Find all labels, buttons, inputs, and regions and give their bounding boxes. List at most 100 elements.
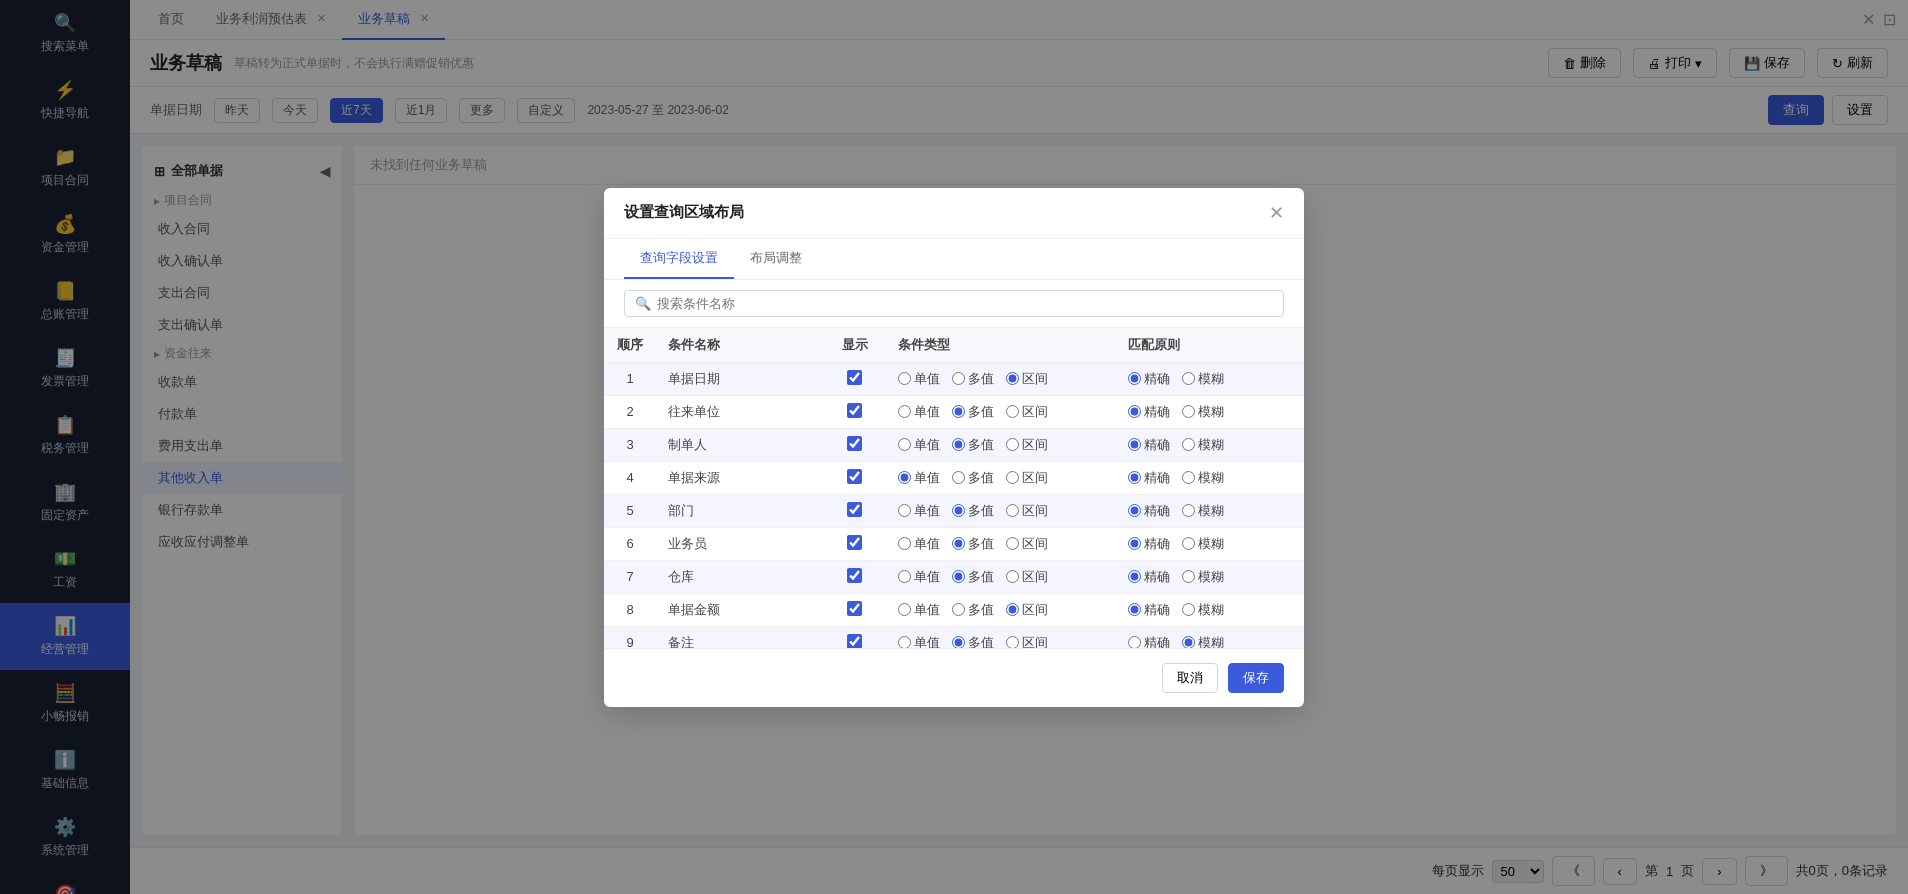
radio-match-exact-label[interactable]: 精确	[1128, 370, 1170, 388]
radio-type-single[interactable]	[898, 405, 911, 418]
radio-match-exact[interactable]	[1128, 570, 1141, 583]
radio-match-fuzzy[interactable]	[1182, 438, 1195, 451]
radio-type-multi[interactable]	[952, 504, 965, 517]
radio-match-fuzzy-label[interactable]: 模糊	[1182, 469, 1224, 487]
radio-type-single-label[interactable]: 单值	[898, 436, 940, 454]
radio-match-fuzzy-label[interactable]: 模糊	[1182, 601, 1224, 619]
radio-type-range[interactable]	[1006, 405, 1019, 418]
radio-type-range-label[interactable]: 区间	[1006, 436, 1048, 454]
radio-match-fuzzy[interactable]	[1182, 405, 1195, 418]
radio-match-fuzzy[interactable]	[1182, 372, 1195, 385]
radio-type-single[interactable]	[898, 504, 911, 517]
radio-type-single-label[interactable]: 单值	[898, 535, 940, 553]
radio-type-range-label[interactable]: 区间	[1006, 370, 1048, 388]
radio-type-single[interactable]	[898, 570, 911, 583]
show-checkbox[interactable]	[847, 502, 862, 517]
radio-match-exact-label[interactable]: 精确	[1128, 634, 1170, 648]
radio-match-fuzzy-label[interactable]: 模糊	[1182, 403, 1224, 421]
radio-type-range[interactable]	[1006, 537, 1019, 550]
radio-match-fuzzy[interactable]	[1182, 471, 1195, 484]
radio-match-exact-label[interactable]: 精确	[1128, 568, 1170, 586]
radio-type-range-label[interactable]: 区间	[1006, 502, 1048, 520]
radio-type-range-label[interactable]: 区间	[1006, 568, 1048, 586]
radio-match-fuzzy[interactable]	[1182, 636, 1195, 648]
radio-type-range[interactable]	[1006, 471, 1019, 484]
radio-type-single-label[interactable]: 单值	[898, 370, 940, 388]
radio-match-fuzzy-label[interactable]: 模糊	[1182, 502, 1224, 520]
radio-type-single-label[interactable]: 单值	[898, 502, 940, 520]
radio-type-multi[interactable]	[952, 537, 965, 550]
radio-match-fuzzy-label[interactable]: 模糊	[1182, 436, 1224, 454]
modal-tab-layout[interactable]: 布局调整	[734, 239, 818, 279]
radio-type-multi-label[interactable]: 多值	[952, 370, 994, 388]
show-checkbox[interactable]	[847, 436, 862, 451]
radio-type-multi[interactable]	[952, 636, 965, 648]
radio-type-multi-label[interactable]: 多值	[952, 502, 994, 520]
show-checkbox[interactable]	[847, 370, 862, 385]
radio-type-single[interactable]	[898, 603, 911, 616]
show-checkbox[interactable]	[847, 601, 862, 616]
radio-match-exact[interactable]	[1128, 603, 1141, 616]
radio-type-range[interactable]	[1006, 504, 1019, 517]
radio-match-fuzzy-label[interactable]: 模糊	[1182, 568, 1224, 586]
radio-match-exact-label[interactable]: 精确	[1128, 535, 1170, 553]
radio-type-multi[interactable]	[952, 603, 965, 616]
radio-type-range-label[interactable]: 区间	[1006, 535, 1048, 553]
radio-match-exact[interactable]	[1128, 537, 1141, 550]
radio-type-range-label[interactable]: 区间	[1006, 469, 1048, 487]
radio-type-multi[interactable]	[952, 570, 965, 583]
radio-match-exact-label[interactable]: 精确	[1128, 469, 1170, 487]
radio-type-single-label[interactable]: 单值	[898, 601, 940, 619]
radio-type-range-label[interactable]: 区间	[1006, 403, 1048, 421]
radio-match-exact[interactable]	[1128, 372, 1141, 385]
radio-match-exact-label[interactable]: 精确	[1128, 403, 1170, 421]
radio-type-single[interactable]	[898, 471, 911, 484]
radio-type-multi-label[interactable]: 多值	[952, 403, 994, 421]
radio-type-single-label[interactable]: 单值	[898, 568, 940, 586]
radio-match-fuzzy-label[interactable]: 模糊	[1182, 370, 1224, 388]
radio-type-multi-label[interactable]: 多值	[952, 601, 994, 619]
cancel-button[interactable]: 取消	[1162, 663, 1218, 693]
radio-type-range-label[interactable]: 区间	[1006, 601, 1048, 619]
radio-match-fuzzy[interactable]	[1182, 570, 1195, 583]
radio-type-multi[interactable]	[952, 405, 965, 418]
radio-type-multi[interactable]	[952, 471, 965, 484]
radio-match-exact[interactable]	[1128, 438, 1141, 451]
show-checkbox[interactable]	[847, 469, 862, 484]
radio-type-range[interactable]	[1006, 636, 1019, 648]
radio-type-range[interactable]	[1006, 438, 1019, 451]
radio-match-fuzzy-label[interactable]: 模糊	[1182, 634, 1224, 648]
radio-match-fuzzy[interactable]	[1182, 504, 1195, 517]
radio-type-single[interactable]	[898, 537, 911, 550]
radio-type-multi-label[interactable]: 多值	[952, 469, 994, 487]
radio-match-exact[interactable]	[1128, 504, 1141, 517]
radio-type-multi-label[interactable]: 多值	[952, 634, 994, 648]
radio-match-exact-label[interactable]: 精确	[1128, 436, 1170, 454]
radio-type-multi-label[interactable]: 多值	[952, 568, 994, 586]
radio-type-single-label[interactable]: 单值	[898, 469, 940, 487]
radio-match-exact[interactable]	[1128, 636, 1141, 648]
radio-type-single[interactable]	[898, 372, 911, 385]
radio-match-fuzzy[interactable]	[1182, 603, 1195, 616]
radio-match-exact-label[interactable]: 精确	[1128, 502, 1170, 520]
radio-match-fuzzy-label[interactable]: 模糊	[1182, 535, 1224, 553]
radio-type-range[interactable]	[1006, 603, 1019, 616]
search-input[interactable]	[657, 296, 1273, 311]
radio-match-exact[interactable]	[1128, 471, 1141, 484]
modal-save-button[interactable]: 保存	[1228, 663, 1284, 693]
show-checkbox[interactable]	[847, 634, 862, 648]
show-checkbox[interactable]	[847, 568, 862, 583]
radio-type-single-label[interactable]: 单值	[898, 403, 940, 421]
show-checkbox[interactable]	[847, 403, 862, 418]
radio-type-range[interactable]	[1006, 372, 1019, 385]
modal-tab-fields[interactable]: 查询字段设置	[624, 239, 734, 279]
radio-match-exact[interactable]	[1128, 405, 1141, 418]
radio-type-single-label[interactable]: 单值	[898, 634, 940, 648]
radio-type-single[interactable]	[898, 636, 911, 648]
radio-type-range-label[interactable]: 区间	[1006, 634, 1048, 648]
radio-type-single[interactable]	[898, 438, 911, 451]
radio-type-multi[interactable]	[952, 372, 965, 385]
radio-type-multi[interactable]	[952, 438, 965, 451]
radio-match-fuzzy[interactable]	[1182, 537, 1195, 550]
radio-type-multi-label[interactable]: 多值	[952, 436, 994, 454]
